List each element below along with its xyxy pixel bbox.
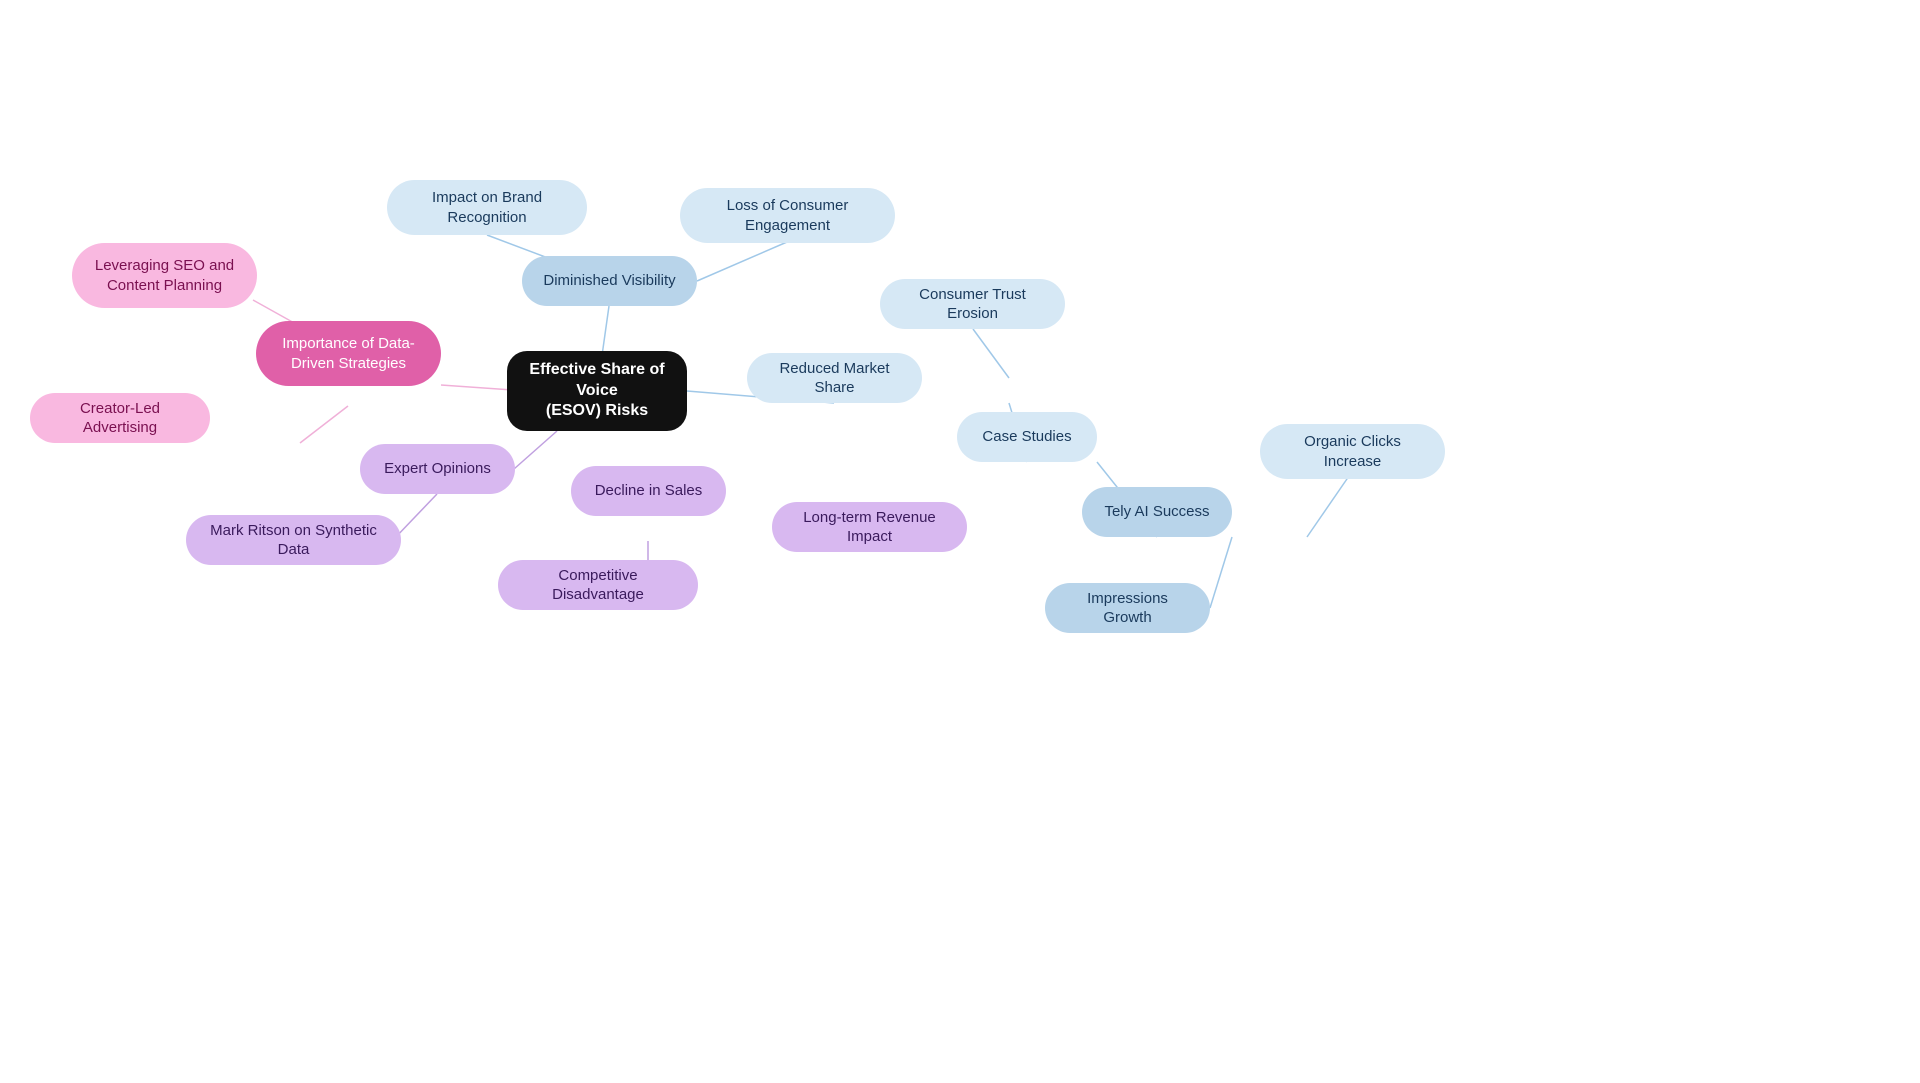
competitive-label: Competitive Disadvantage [518, 566, 678, 605]
organic-clicks-node[interactable]: Organic Clicks Increase [1260, 424, 1445, 479]
mark-ritson-label: Mark Ritson on Synthetic Data [206, 521, 381, 560]
decline-sales-node[interactable]: Decline in Sales [571, 466, 726, 516]
reduced-market-node[interactable]: Reduced Market Share [747, 353, 922, 403]
diminished-label: Diminished Visibility [543, 271, 675, 291]
impact-brand-node[interactable]: Impact on Brand Recognition [387, 180, 587, 235]
impact-brand-label: Impact on Brand Recognition [407, 188, 567, 227]
diminished-node[interactable]: Diminished Visibility [522, 256, 697, 306]
importance-data-node[interactable]: Importance of Data-Driven Strategies [256, 321, 441, 386]
reduced-market-label: Reduced Market Share [767, 359, 902, 398]
impressions-label: Impressions Growth [1065, 589, 1190, 628]
center-node[interactable]: Effective Share of Voice (ESOV) Risks [507, 351, 687, 431]
case-studies-node[interactable]: Case Studies [957, 412, 1097, 462]
leveraging-seo-label: Leveraging SEO and Content Planning [92, 256, 237, 295]
tely-ai-label: Tely AI Success [1104, 502, 1209, 522]
creator-led-node[interactable]: Creator-Led Advertising [30, 393, 210, 443]
case-studies-label: Case Studies [982, 427, 1071, 447]
leveraging-seo-node[interactable]: Leveraging SEO and Content Planning [72, 243, 257, 308]
loss-consumer-label: Loss of Consumer Engagement [700, 196, 875, 235]
longterm-revenue-label: Long-term Revenue Impact [792, 508, 947, 547]
consumer-trust-label: Consumer Trust Erosion [900, 285, 1045, 324]
loss-consumer-node[interactable]: Loss of Consumer Engagement [680, 188, 895, 243]
longterm-revenue-node[interactable]: Long-term Revenue Impact [772, 502, 967, 552]
consumer-trust-node[interactable]: Consumer Trust Erosion [880, 279, 1065, 329]
organic-clicks-label: Organic Clicks Increase [1280, 432, 1425, 471]
creator-led-label: Creator-Led Advertising [50, 399, 190, 438]
expert-opinions-label: Expert Opinions [384, 459, 491, 479]
tely-ai-node[interactable]: Tely AI Success [1082, 487, 1232, 537]
center-label: Effective Share of Voice (ESOV) Risks [527, 360, 667, 422]
competitive-node[interactable]: Competitive Disadvantage [498, 560, 698, 610]
mark-ritson-node[interactable]: Mark Ritson on Synthetic Data [186, 515, 401, 565]
importance-data-label: Importance of Data-Driven Strategies [276, 334, 421, 373]
expert-opinions-node[interactable]: Expert Opinions [360, 444, 515, 494]
decline-sales-label: Decline in Sales [595, 481, 703, 501]
impressions-node[interactable]: Impressions Growth [1045, 583, 1210, 633]
